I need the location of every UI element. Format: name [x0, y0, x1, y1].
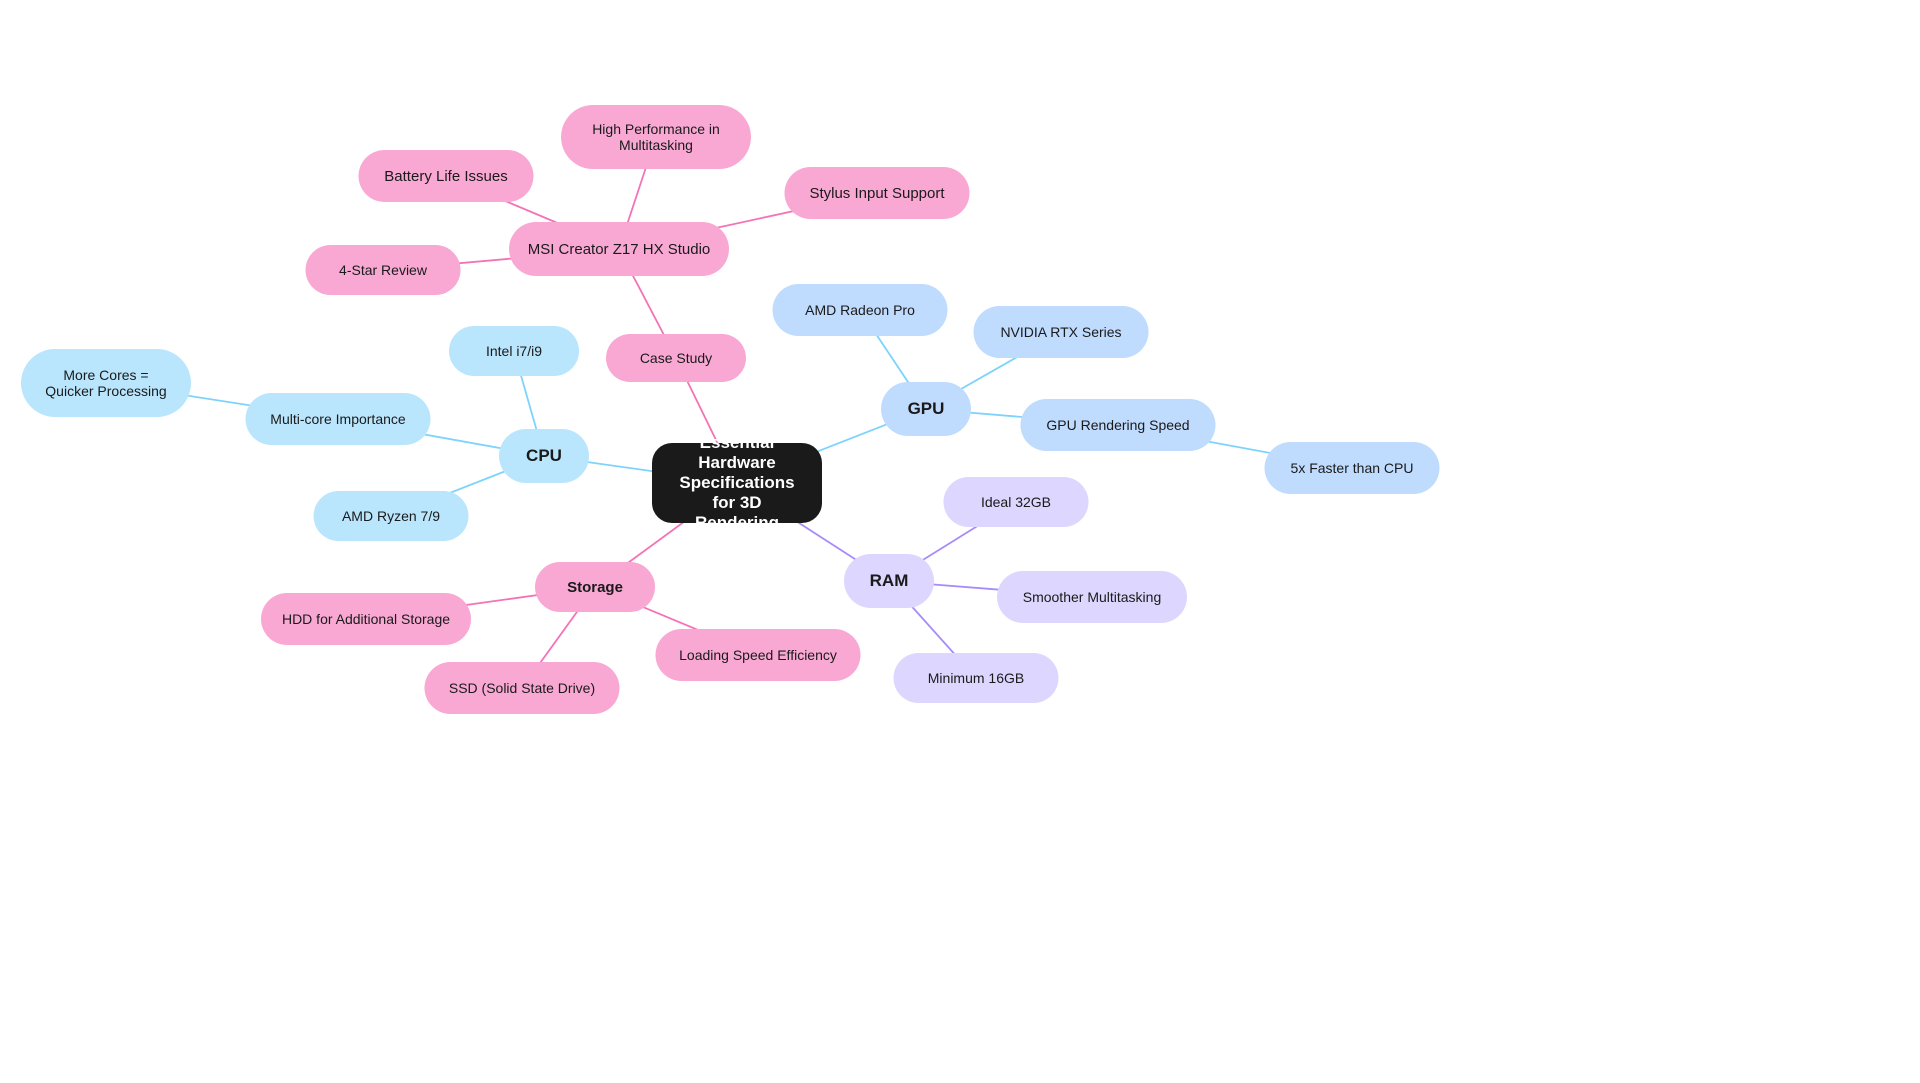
storage-label: Storage	[567, 579, 623, 596]
storage-node: Storage	[535, 562, 655, 612]
minimum-16gb-label: Minimum 16GB	[928, 670, 1024, 686]
gpu-label: GPU	[908, 399, 945, 419]
ideal-32gb-node: Ideal 32GB	[944, 477, 1089, 527]
faster-cpu-label: 5x Faster than CPU	[1291, 460, 1414, 476]
hdd-node: HDD for Additional Storage	[261, 593, 471, 645]
gpu-rendering-node: GPU Rendering Speed	[1021, 399, 1216, 451]
more-cores-label: More Cores = Quicker Processing	[45, 367, 166, 399]
loading-speed-label: Loading Speed Efficiency	[679, 647, 837, 663]
cpu-label: CPU	[526, 446, 562, 466]
nvidia-label: NVIDIA RTX Series	[1000, 324, 1121, 340]
faster-cpu-node: 5x Faster than CPU	[1265, 442, 1440, 494]
multicore-label: Multi-core Importance	[270, 411, 405, 427]
battery-life-node: Battery Life Issues	[359, 150, 534, 202]
amd-radeon-node: AMD Radeon Pro	[773, 284, 948, 336]
hdd-label: HDD for Additional Storage	[282, 611, 450, 627]
ssd-label: SSD (Solid State Drive)	[449, 680, 595, 696]
gpu-node: GPU	[881, 382, 971, 436]
ram-label: RAM	[870, 571, 909, 591]
stylus-label: Stylus Input Support	[809, 185, 944, 202]
center-label: Essential Hardware Specifications for 3D…	[668, 433, 806, 533]
intel-label: Intel i7/i9	[486, 343, 542, 359]
battery-life-label: Battery Life Issues	[384, 168, 507, 185]
case-study-node: Case Study	[606, 334, 746, 382]
high-perf-label: High Performance in Multitasking	[592, 121, 720, 153]
intel-node: Intel i7/i9	[449, 326, 579, 376]
cpu-node: CPU	[499, 429, 589, 483]
msi-node: MSI Creator Z17 HX Studio	[509, 222, 729, 276]
nvidia-node: NVIDIA RTX Series	[974, 306, 1149, 358]
case-study-label: Case Study	[640, 350, 712, 366]
loading-speed-node: Loading Speed Efficiency	[656, 629, 861, 681]
four-star-label: 4-Star Review	[339, 262, 427, 278]
more-cores-node: More Cores = Quicker Processing	[21, 349, 191, 417]
amd-radeon-label: AMD Radeon Pro	[805, 302, 915, 318]
smoother-node: Smoother Multitasking	[997, 571, 1187, 623]
gpu-rendering-label: GPU Rendering Speed	[1046, 417, 1189, 433]
amd-ryzen-node: AMD Ryzen 7/9	[314, 491, 469, 541]
center-node: Essential Hardware Specifications for 3D…	[652, 443, 822, 523]
msi-label: MSI Creator Z17 HX Studio	[528, 241, 711, 258]
ideal-32gb-label: Ideal 32GB	[981, 494, 1051, 510]
smoother-label: Smoother Multitasking	[1023, 589, 1162, 605]
ssd-node: SSD (Solid State Drive)	[425, 662, 620, 714]
stylus-node: Stylus Input Support	[785, 167, 970, 219]
multicore-node: Multi-core Importance	[246, 393, 431, 445]
ram-node: RAM	[844, 554, 934, 608]
minimum-16gb-node: Minimum 16GB	[894, 653, 1059, 703]
four-star-node: 4-Star Review	[306, 245, 461, 295]
high-perf-node: High Performance in Multitasking	[561, 105, 751, 169]
amd-ryzen-label: AMD Ryzen 7/9	[342, 508, 440, 524]
